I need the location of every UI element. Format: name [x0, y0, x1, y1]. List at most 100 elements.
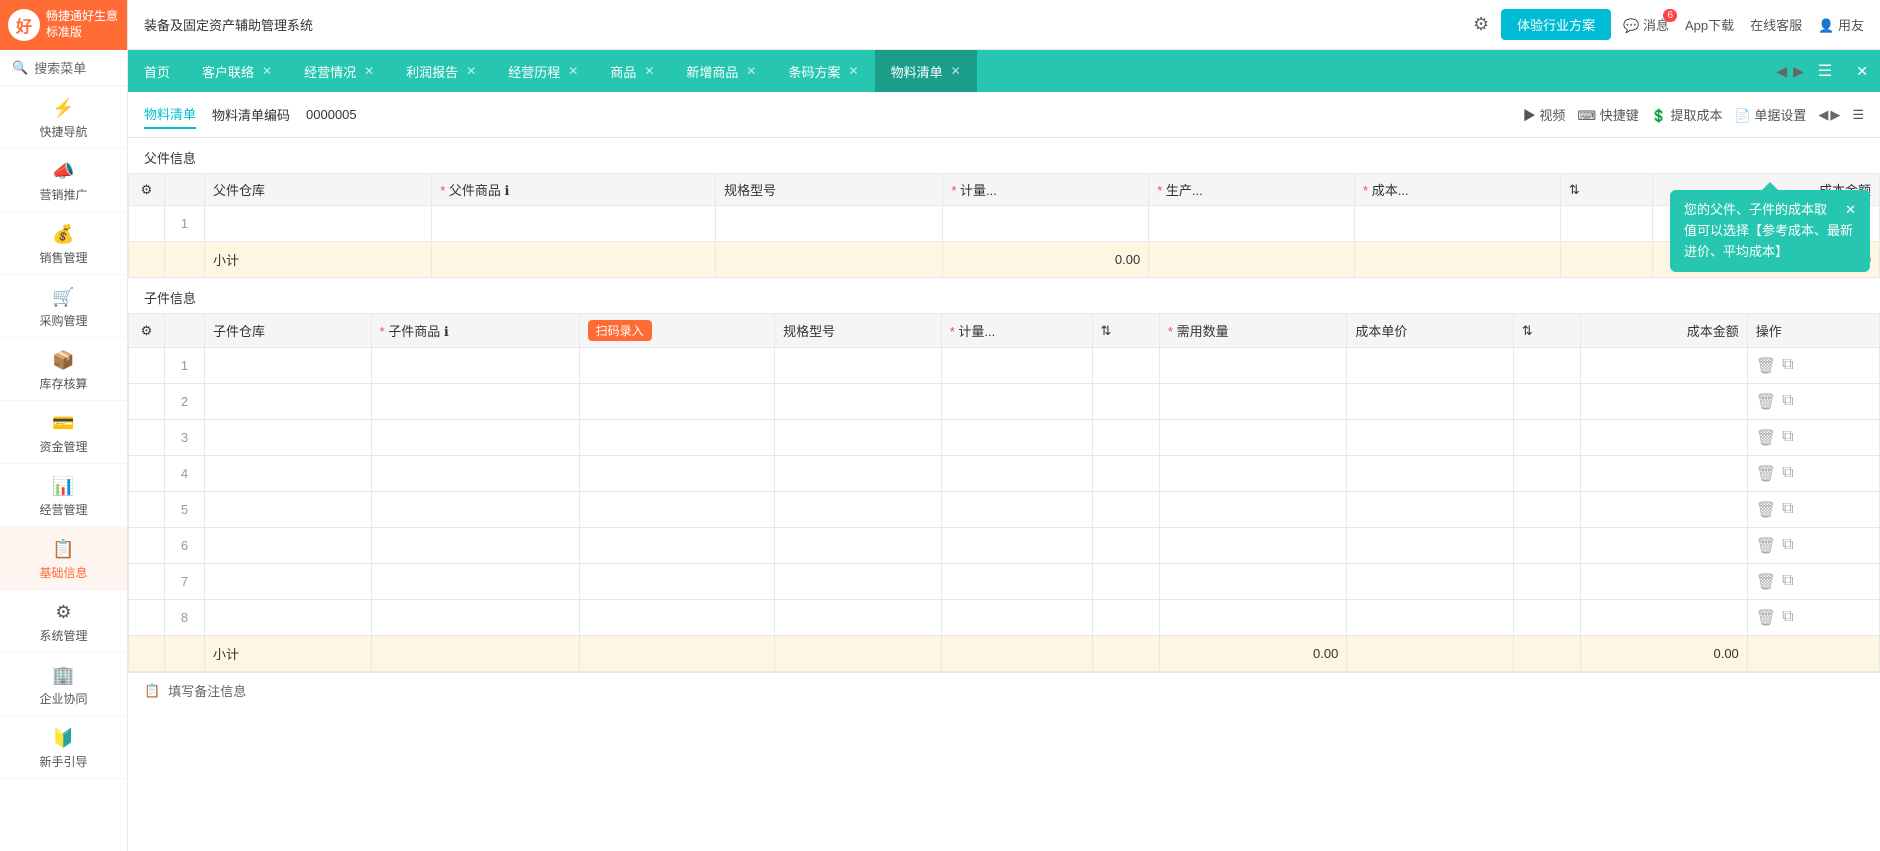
tab-close-goods[interactable]: ✕ — [644, 64, 654, 78]
child-row7-cost-price[interactable] — [1347, 564, 1514, 600]
child-row7-product[interactable] — [371, 564, 579, 600]
child-row1-copy[interactable]: ⧉ — [1782, 356, 1793, 376]
sidebar-item-basic-info[interactable]: 📋基础信息 — [0, 527, 127, 590]
child-row1-unit[interactable] — [941, 348, 1092, 384]
nav-tab-home[interactable]: 首页 — [128, 50, 186, 92]
child-row8-product[interactable] — [371, 600, 579, 636]
nav-tab-customer[interactable]: 客户联络✕ — [186, 50, 288, 92]
child-row2-unit[interactable] — [941, 384, 1092, 420]
child-row6-qty[interactable] — [1159, 528, 1346, 564]
child-row2-warehouse[interactable] — [205, 384, 372, 420]
nav-tab-add-goods[interactable]: 新增商品✕ — [670, 50, 772, 92]
child-row8-spec[interactable] — [775, 600, 942, 636]
child-row8-cost-price[interactable] — [1347, 600, 1514, 636]
close-tab-icon[interactable]: ✕ — [1844, 63, 1880, 80]
tab-close-ops-history[interactable]: ✕ — [568, 64, 578, 78]
video-btn[interactable]: ▶ 视频 — [1523, 105, 1566, 124]
tab-close-profit-report[interactable]: ✕ — [466, 64, 476, 78]
child-row5-warehouse[interactable] — [205, 492, 372, 528]
sub-tab-bom-code[interactable]: 物料清单编码 — [212, 101, 290, 128]
tab-close-customer[interactable]: ✕ — [262, 64, 272, 78]
child-col-settings[interactable]: ⚙ — [129, 314, 165, 348]
child-row1-product[interactable] — [371, 348, 579, 384]
hotkey-btn[interactable]: ⌨ 快捷键 — [1577, 105, 1638, 124]
note-text[interactable]: 填写备注信息 — [168, 681, 246, 700]
child-row2-qty[interactable] — [1159, 384, 1346, 420]
nav-tab-ops-history[interactable]: 经营历程✕ — [492, 50, 594, 92]
sidebar-item-guide[interactable]: 🔰新手引导 — [0, 716, 127, 779]
tooltip-close[interactable]: ✕ — [1845, 200, 1856, 221]
sub-prev[interactable]: ◀ — [1818, 107, 1828, 123]
sidebar-search[interactable]: 🔍 搜索菜单 — [0, 50, 127, 86]
child-row5-qty[interactable] — [1159, 492, 1346, 528]
extract-cost-btn[interactable]: 💲 提取成本 — [1651, 105, 1723, 124]
online-service[interactable]: 在线客服 — [1750, 15, 1802, 34]
child-row2-cost-price[interactable] — [1347, 384, 1514, 420]
notification[interactable]: 💬 6 消息 — [1623, 15, 1669, 34]
child-row1-warehouse[interactable] — [205, 348, 372, 384]
sub-next[interactable]: ▶ — [1830, 107, 1840, 123]
parent-row1-production[interactable] — [1149, 206, 1355, 242]
child-row6-cost-price[interactable] — [1347, 528, 1514, 564]
child-row7-copy[interactable]: ⧉ — [1782, 572, 1793, 592]
nav-tab-barcode[interactable]: 条码方案✕ — [772, 50, 874, 92]
child-row1-delete[interactable]: 🗑 — [1756, 356, 1776, 376]
child-row8-copy[interactable]: ⧉ — [1782, 608, 1793, 628]
child-row5-delete[interactable]: 🗑 — [1756, 500, 1776, 520]
child-row8-unit[interactable] — [941, 600, 1092, 636]
child-row3-spec[interactable] — [775, 420, 942, 456]
parent-row1-warehouse[interactable] — [205, 206, 432, 242]
sidebar-item-sales[interactable]: 💰销售管理 — [0, 212, 127, 275]
child-row6-unit[interactable] — [941, 528, 1092, 564]
child-row6-delete[interactable]: 🗑 — [1756, 536, 1776, 556]
child-col-scan[interactable]: 扫码录入 — [579, 314, 775, 348]
sidebar-item-quick-nav[interactable]: ⚡快捷导航 — [0, 86, 127, 149]
child-row6-copy[interactable]: ⧉ — [1782, 536, 1793, 556]
child-row3-delete[interactable]: 🗑 — [1756, 428, 1776, 448]
sidebar-item-operations[interactable]: 📊经营管理 — [0, 464, 127, 527]
child-row5-copy[interactable]: ⧉ — [1782, 500, 1793, 520]
child-row8-delete[interactable]: 🗑 — [1756, 608, 1776, 628]
child-row7-spec[interactable] — [775, 564, 942, 600]
sub-tab-bom[interactable]: 物料清单 — [144, 100, 196, 129]
child-row4-copy[interactable]: ⧉ — [1782, 464, 1793, 484]
child-row5-cost-price[interactable] — [1347, 492, 1514, 528]
child-row7-delete[interactable]: 🗑 — [1756, 572, 1776, 592]
child-row5-spec[interactable] — [775, 492, 942, 528]
parent-row1-spec[interactable] — [716, 206, 943, 242]
child-row3-warehouse[interactable] — [205, 420, 372, 456]
child-row3-cost-price[interactable] — [1347, 420, 1514, 456]
tab-close-add-goods[interactable]: ✕ — [746, 64, 756, 78]
child-row3-product[interactable] — [371, 420, 579, 456]
child-row2-spec[interactable] — [775, 384, 942, 420]
sidebar-item-inventory[interactable]: 📦库存核算 — [0, 338, 127, 401]
user-avatar[interactable]: 👤 用友 — [1818, 15, 1864, 34]
child-row6-spec[interactable] — [775, 528, 942, 564]
child-row8-qty[interactable] — [1159, 600, 1346, 636]
single-settings-btn[interactable]: 📄 单据设置 — [1735, 105, 1807, 124]
tab-close-barcode[interactable]: ✕ — [849, 64, 859, 78]
nav-next[interactable]: ▶ — [1791, 63, 1806, 80]
child-row2-copy[interactable]: ⧉ — [1782, 392, 1793, 412]
settings-icon[interactable]: ⚙ — [1473, 14, 1489, 35]
parent-row1-product[interactable] — [432, 206, 716, 242]
child-row1-spec[interactable] — [775, 348, 942, 384]
child-row5-unit[interactable] — [941, 492, 1092, 528]
child-row7-qty[interactable] — [1159, 564, 1346, 600]
child-row3-copy[interactable]: ⧉ — [1782, 428, 1793, 448]
sidebar-item-purchase[interactable]: 🛒采购管理 — [0, 275, 127, 338]
child-row4-unit[interactable] — [941, 456, 1092, 492]
view-toggle[interactable]: ☰ — [1852, 107, 1864, 123]
parent-row1-unit[interactable] — [943, 206, 1149, 242]
child-row4-qty[interactable] — [1159, 456, 1346, 492]
sidebar-item-enterprise[interactable]: 🏢企业协同 — [0, 653, 127, 716]
child-row6-warehouse[interactable] — [205, 528, 372, 564]
nav-tab-operations-status[interactable]: 经营情况✕ — [288, 50, 390, 92]
child-row1-qty[interactable] — [1159, 348, 1346, 384]
child-row4-warehouse[interactable] — [205, 456, 372, 492]
child-row7-unit[interactable] — [941, 564, 1092, 600]
child-row6-product[interactable] — [371, 528, 579, 564]
child-row4-product[interactable] — [371, 456, 579, 492]
nav-tab-goods[interactable]: 商品✕ — [594, 50, 670, 92]
scan-btn[interactable]: 扫码录入 — [588, 320, 652, 341]
